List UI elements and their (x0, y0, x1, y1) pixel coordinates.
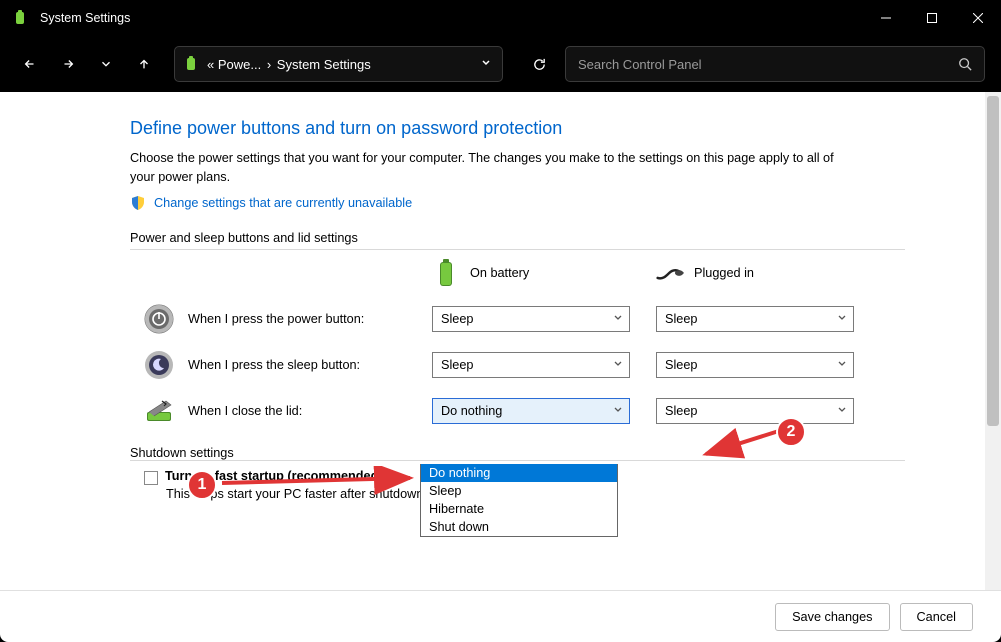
close-lid-plugged-select[interactable]: Sleep (656, 398, 854, 424)
chevron-down-icon (836, 404, 848, 416)
window: System Settings « Powe... › System Setti… (0, 0, 1001, 642)
footer: Save changes Cancel (0, 590, 1001, 642)
page-title: Define power buttons and turn on passwor… (130, 118, 905, 139)
vertical-scrollbar[interactable] (985, 92, 1001, 590)
search-icon (958, 57, 972, 71)
minimize-button[interactable] (863, 0, 909, 36)
annotation-badge-1: 1 (187, 470, 217, 500)
dropdown-option[interactable]: Sleep (421, 482, 617, 500)
row-power-button-label: When I press the power button: (130, 304, 420, 334)
chevron-down-icon (612, 312, 624, 324)
close-lid-battery-dropdown[interactable]: Do nothing Sleep Hibernate Shut down (420, 464, 618, 537)
back-button[interactable] (14, 44, 46, 84)
dropdown-option[interactable]: Hibernate (421, 500, 617, 518)
admin-link[interactable]: Change settings that are currently unava… (154, 196, 412, 210)
dropdown-option[interactable]: Shut down (421, 518, 617, 536)
sleep-button-icon (144, 350, 174, 380)
chevron-down-icon (836, 358, 848, 370)
header-plugged-in: Plugged in (656, 258, 868, 288)
section-power-sleep-title: Power and sleep buttons and lid settings (130, 231, 905, 245)
page-subtitle: Choose the power settings that you want … (130, 149, 860, 187)
plug-icon (656, 258, 684, 288)
scrollbar-thumb[interactable] (987, 96, 999, 426)
chevron-down-icon (836, 312, 848, 324)
breadcrumb[interactable]: « Powe... › System Settings (174, 46, 503, 82)
shield-icon (130, 195, 146, 211)
save-changes-button[interactable]: Save changes (775, 603, 889, 631)
titlebar: System Settings (0, 0, 1001, 36)
power-button-icon (144, 304, 174, 334)
close-lid-battery-select[interactable]: Do nothing (432, 398, 630, 424)
sleep-button-plugged-select[interactable]: Sleep (656, 352, 854, 378)
row-sleep-button-label: When I press the sleep button: (130, 350, 420, 380)
row-close-lid-label: When I close the lid: (130, 396, 420, 426)
search-input[interactable]: Search Control Panel (565, 46, 985, 82)
fast-startup-checkbox[interactable] (144, 471, 158, 485)
annotation-arrow-1 (220, 466, 420, 496)
breadcrumb-parent[interactable]: Powe... (218, 57, 261, 72)
lid-icon (144, 396, 174, 426)
search-placeholder: Search Control Panel (578, 57, 702, 72)
chevron-right-icon: › (263, 57, 275, 72)
breadcrumb-prefix: « (207, 57, 214, 72)
breadcrumb-current[interactable]: System Settings (277, 57, 371, 72)
navbar: « Powe... › System Settings Search Contr… (0, 36, 1001, 92)
power-button-plugged-select[interactable]: Sleep (656, 306, 854, 332)
annotation-badge-2: 2 (776, 417, 806, 447)
battery-icon (183, 56, 199, 72)
up-button[interactable] (128, 44, 160, 84)
app-icon (12, 10, 28, 26)
chevron-down-icon (612, 404, 624, 416)
refresh-button[interactable] (519, 46, 559, 82)
close-button[interactable] (955, 0, 1001, 36)
dropdown-option[interactable]: Do nothing (421, 464, 617, 482)
cancel-button[interactable]: Cancel (900, 603, 974, 631)
breadcrumb-dropdown-button[interactable] (480, 57, 492, 72)
header-on-battery: On battery (432, 258, 644, 288)
power-button-battery-select[interactable]: Sleep (432, 306, 630, 332)
chevron-down-icon (612, 358, 624, 370)
battery-icon (432, 258, 460, 288)
recent-dropdown-button[interactable] (90, 44, 122, 84)
forward-button[interactable] (52, 44, 84, 84)
window-title: System Settings (40, 11, 863, 25)
sleep-button-battery-select[interactable]: Sleep (432, 352, 630, 378)
content-area: Define power buttons and turn on passwor… (0, 92, 1001, 590)
maximize-button[interactable] (909, 0, 955, 36)
